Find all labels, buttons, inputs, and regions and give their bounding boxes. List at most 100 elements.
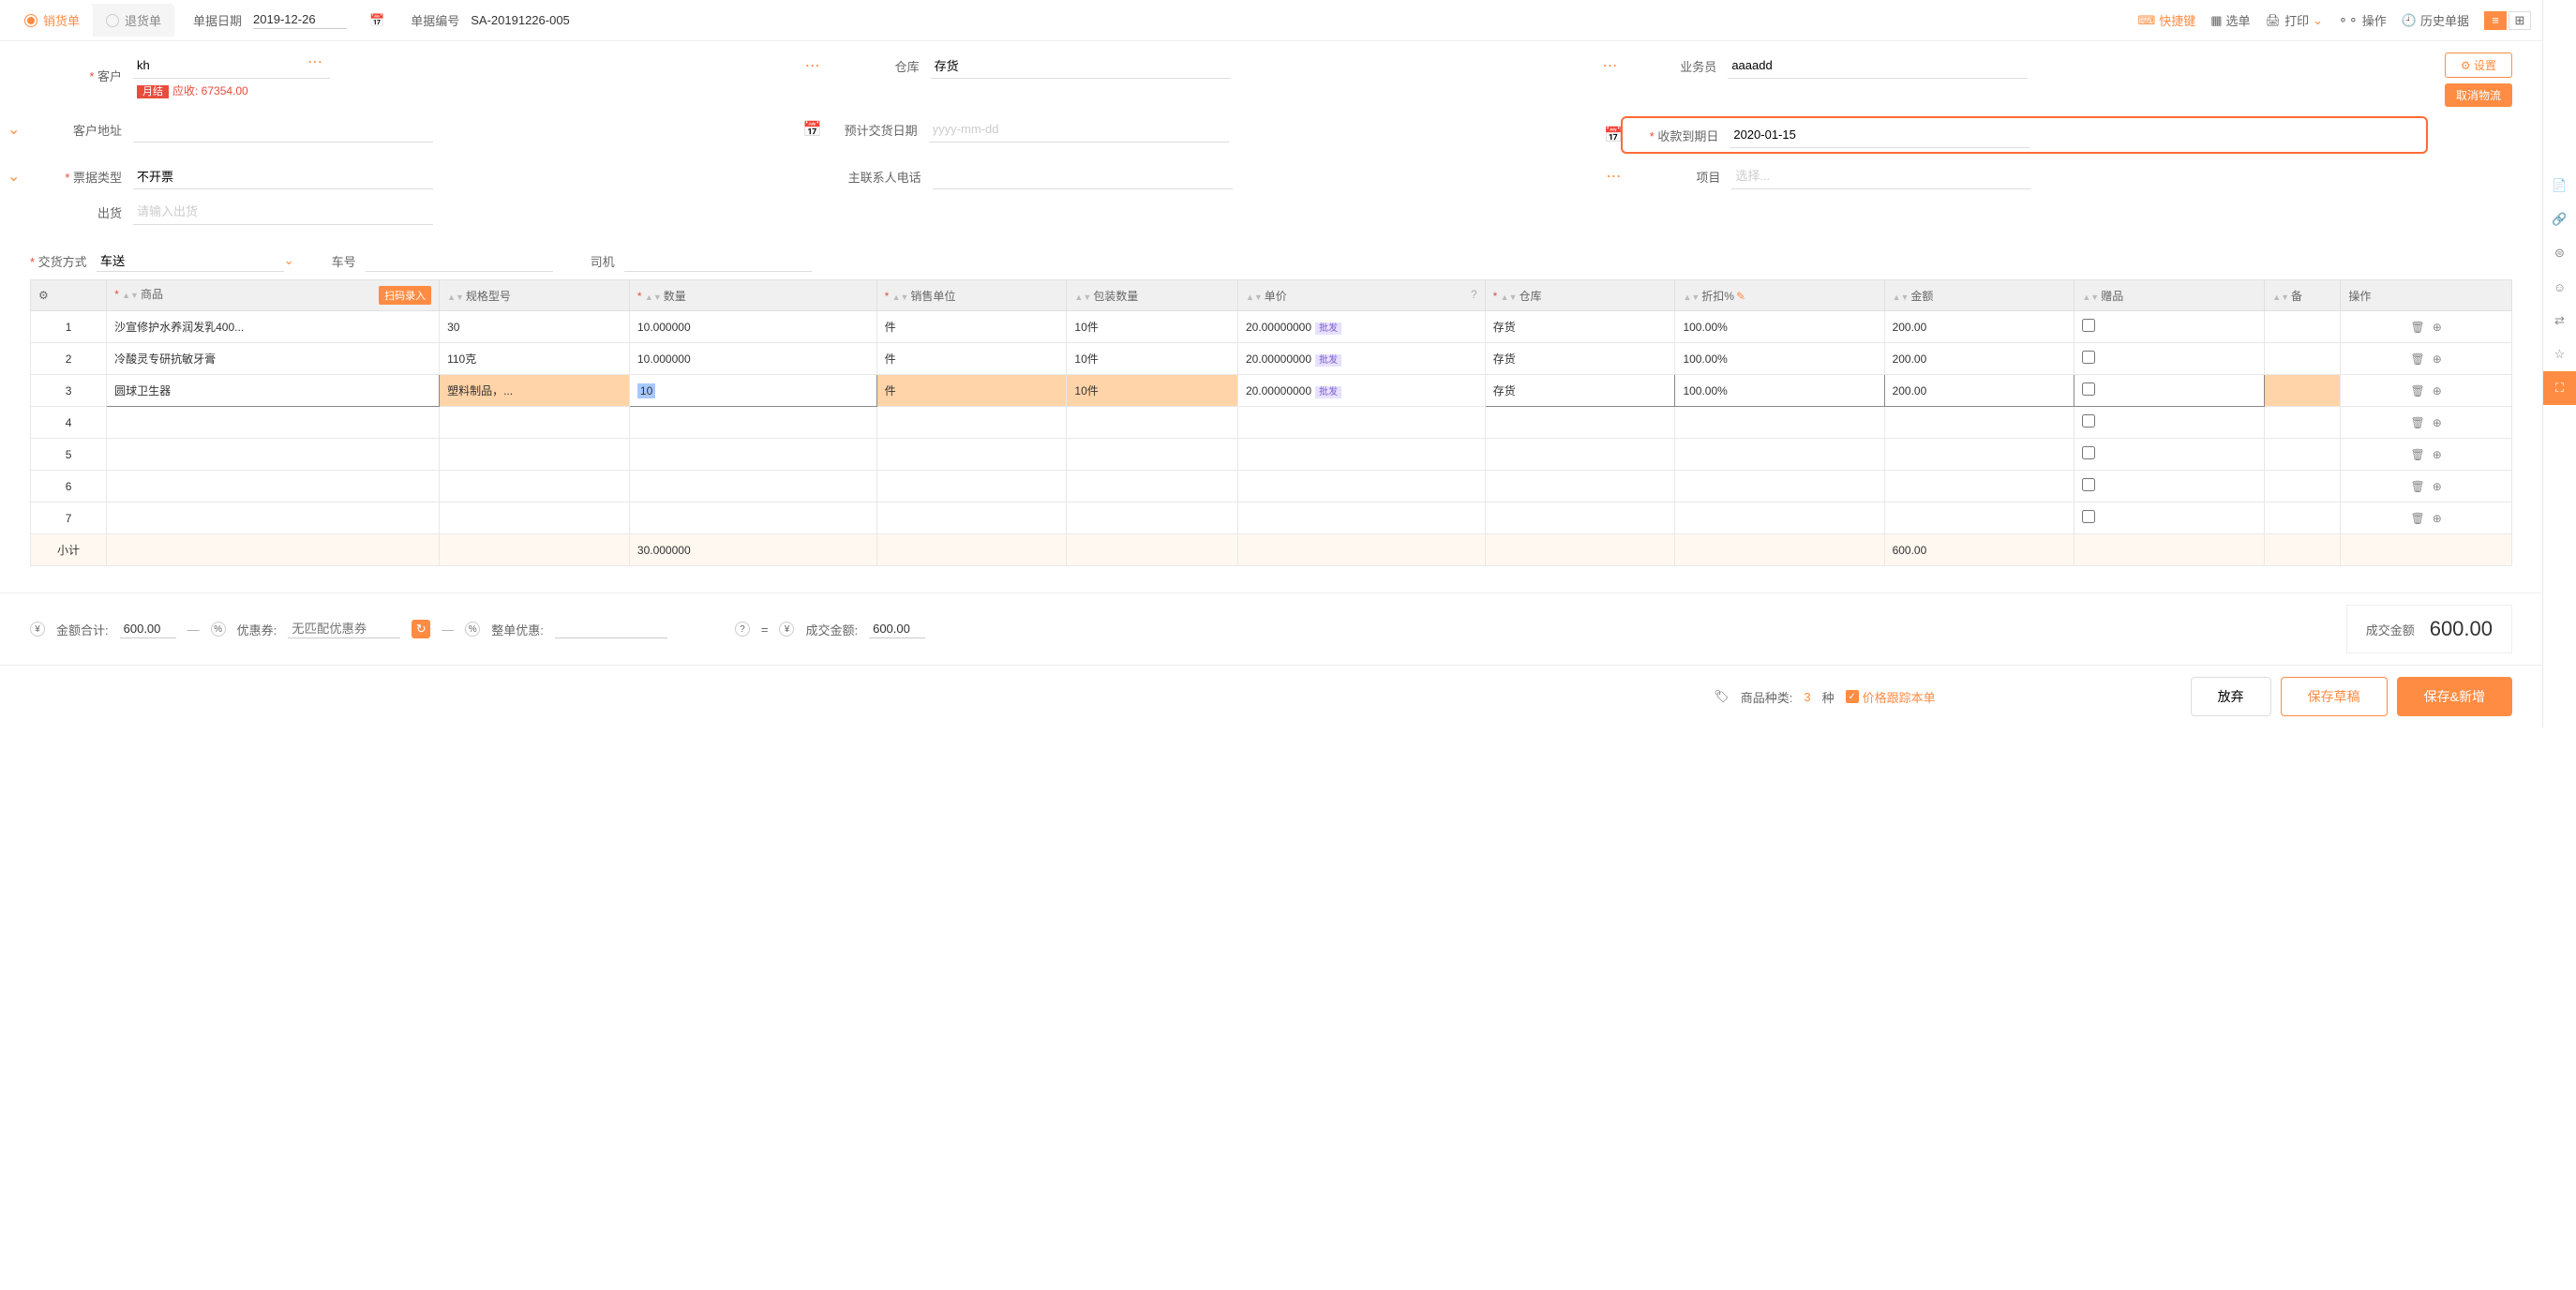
contact-input[interactable] [933,163,1233,189]
table-row-empty[interactable]: 5 🗑⊕ [31,439,2512,471]
calendar-icon[interactable]: 📅 [369,13,384,28]
edit-icon[interactable]: ✎ [1736,290,1745,303]
sidebar-user-icon[interactable]: ☺ [2543,270,2576,304]
due-date-input[interactable] [1730,122,2029,148]
gift-checkbox[interactable] [2082,478,2095,491]
chevron-down-icon[interactable]: ⌄ [7,120,22,139]
table-row[interactable]: 1沙宣修护水养润发乳400...3010.000000 件10件20.00000… [31,311,2512,343]
more-icon[interactable]: ⋯ [1602,56,1619,75]
salesman-label: 业务员 [1625,57,1728,75]
chevron-down-icon[interactable]: ⌄ [7,167,22,186]
toolbar-operate[interactable]: ⚬⚬ 操作 [2338,11,2387,29]
help-icon[interactable]: ? [1471,288,1477,301]
gift-checkbox[interactable] [2082,351,2095,364]
col-amount[interactable]: ▲▼金额 [1884,280,2074,311]
add-icon[interactable]: ⊕ [2433,512,2442,525]
more-icon[interactable]: ⋯ [1606,167,1623,186]
salesman-input[interactable] [1728,52,2028,79]
sidebar-star-icon[interactable]: ☆ [2543,338,2576,371]
gift-checkbox[interactable] [2082,510,2095,523]
col-warehouse[interactable]: ▲▼仓库 [1485,280,1675,311]
col-remark[interactable]: ▲▼备 [2265,280,2341,311]
add-icon[interactable]: ⊕ [2433,384,2442,398]
add-icon[interactable]: ⊕ [2433,416,2442,429]
toolbar-print[interactable]: 🖨 打印 ⌄ [2266,11,2323,29]
price-track-toggle[interactable]: ✓ 价格跟踪本单 [1846,688,1936,706]
addr-input[interactable] [133,116,433,142]
cancel-logistics-button[interactable]: 取消物流 [2445,83,2512,107]
scan-button[interactable]: 扫码录入 [379,286,431,305]
delete-icon[interactable]: 🗑 [2411,480,2425,493]
sidebar-attach-icon[interactable]: 🔗 [2543,202,2576,236]
add-icon[interactable]: ⊕ [2433,321,2442,334]
col-unit[interactable]: ▲▼销售单位 [876,280,1067,311]
driver-input[interactable] [624,249,812,272]
ship-input[interactable] [133,199,433,225]
coupon-input[interactable] [288,620,400,638]
customer-input[interactable] [133,52,330,79]
col-price[interactable]: ▲▼单价? [1237,280,1485,311]
add-icon[interactable]: ⊕ [2433,448,2442,461]
table-row-empty[interactable]: 7 🗑⊕ [31,502,2512,534]
help-icon[interactable]: ? [735,622,750,637]
col-pack[interactable]: ▲▼包装数量 [1067,280,1238,311]
sidebar-expand-icon[interactable]: ⛶ [2543,371,2576,405]
project-input[interactable] [1731,163,2031,189]
gift-checkbox[interactable] [2082,446,2095,459]
col-discount[interactable]: ▲▼折扣%✎ [1675,280,1884,311]
top-bar: 销货单 退货单 单据日期 2019-12-26 📅 单据编号 SA-201912… [0,0,2542,41]
add-icon[interactable]: ⊕ [2433,352,2442,366]
gear-icon[interactable]: ⚙ [38,289,49,302]
table-row[interactable]: 2冷酸灵专研抗敏牙膏110克10.000000 件10件20.00000000批… [31,343,2512,375]
delete-icon[interactable]: 🗑 [2411,416,2425,429]
chevron-down-icon[interactable]: ⌄ [284,253,294,268]
view-list[interactable]: ≡ [2484,11,2507,30]
gift-checkbox[interactable] [2082,414,2095,428]
toolbar-select[interactable]: ▦ 选单 [2210,11,2250,29]
col-gear[interactable]: ⚙ [31,280,107,311]
invoice-type-input[interactable] [133,163,433,189]
due-date-label: 收款到期日 [1626,127,1730,144]
add-icon[interactable]: ⊕ [2433,480,2442,493]
total-label: 金额合计: [56,621,109,638]
sidebar-currency-icon[interactable]: ⊜ [2543,236,2576,270]
save-draft-button[interactable]: 保存草稿 [2281,677,2388,716]
table-row-empty[interactable]: 4 🗑⊕ [31,407,2512,439]
order-disc-input[interactable] [555,620,667,638]
delivery-method-input[interactable] [97,249,284,272]
gift-checkbox[interactable] [2082,382,2095,396]
table-row[interactable]: 3 圆球卫生器 塑料制品，... 10 件10件 20.00000000批发 存… [31,375,2512,407]
more-icon[interactable]: ⋯ [805,56,822,75]
deal-box-label: 成交金额 [2366,621,2415,638]
refresh-icon[interactable]: ↻ [412,620,430,638]
delete-icon[interactable]: 🗑 [2411,321,2425,334]
delete-icon[interactable]: 🗑 [2411,384,2425,398]
col-qty[interactable]: ▲▼数量 [629,280,876,311]
gift-checkbox[interactable] [2082,319,2095,332]
save-new-button[interactable]: 保存&新增 [2397,677,2512,716]
calendar-icon[interactable]: 📅 [1604,126,1625,144]
sidebar-note-icon[interactable]: 📄 [2543,169,2576,202]
delete-icon[interactable]: 🗑 [2411,512,2425,525]
col-gift[interactable]: ▲▼赠品 [2074,280,2265,311]
col-spec[interactable]: ▲▼规格型号 [440,280,630,311]
tab-return[interactable]: 退货单 [93,4,174,37]
warehouse-input[interactable] [931,52,1231,79]
doc-date-value[interactable]: 2019-12-26 [253,12,347,29]
view-grid[interactable]: ⊞ [2509,11,2531,30]
delete-icon[interactable]: 🗑 [2411,448,2425,461]
settings-button[interactable]: ⚙ 设置 [2445,52,2512,78]
delete-icon[interactable]: 🗑 [2411,352,2425,366]
calendar-icon[interactable]: 📅 [803,120,824,139]
sidebar-transfer-icon[interactable]: ⇄ [2543,304,2576,338]
tab-sales[interactable]: 销货单 [11,4,93,37]
col-product[interactable]: ▲▼商品扫码录入 [107,280,440,311]
deal-box-value: 600.00 [2430,617,2493,641]
more-icon[interactable]: ⋯ [307,52,324,71]
vehicle-input[interactable] [366,249,553,272]
toolbar-history[interactable]: 🕘 历史单据 [2402,11,2469,29]
abandon-button[interactable]: 放弃 [2191,677,2271,716]
toolbar-shortcut[interactable]: ⌨ 快捷键 [2137,11,2195,29]
exp-date-input[interactable] [929,116,1229,142]
table-row-empty[interactable]: 6 🗑⊕ [31,471,2512,502]
